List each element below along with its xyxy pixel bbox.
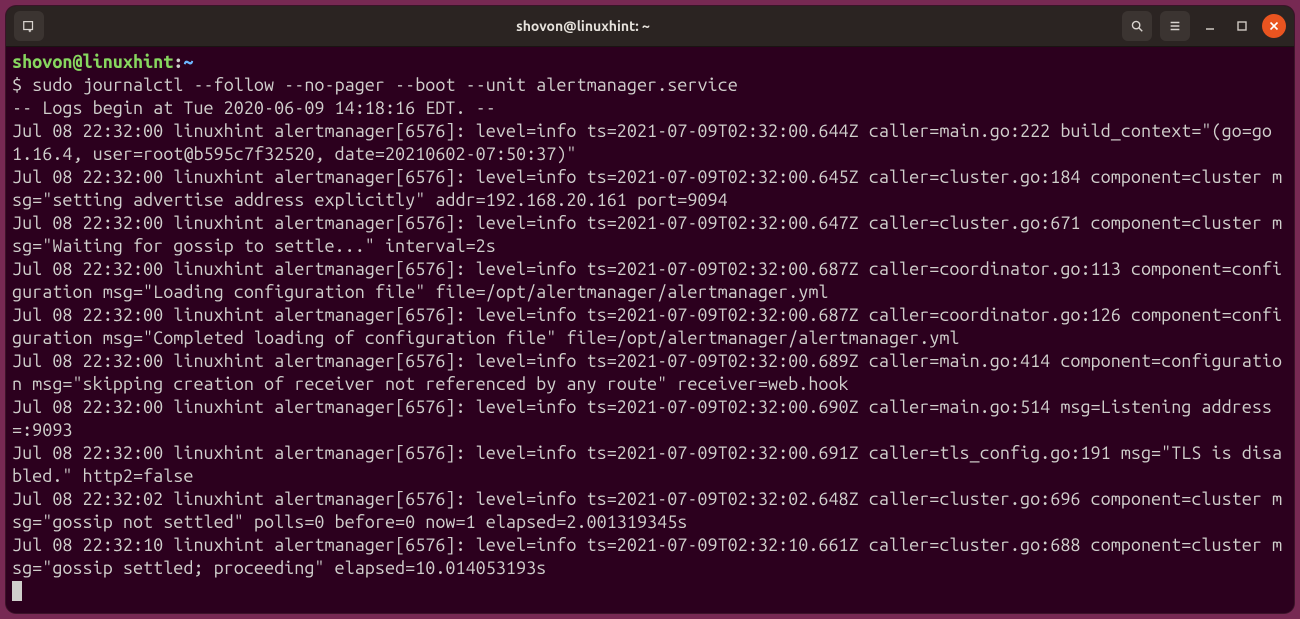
maximize-button[interactable] — [1230, 14, 1254, 38]
prompt-path: ~ — [183, 52, 193, 72]
log-line: Jul 08 22:32:00 linuxhint alertmanager[6… — [12, 397, 1272, 440]
log-line: Jul 08 22:32:00 linuxhint alertmanager[6… — [12, 351, 1282, 394]
close-icon — [1269, 21, 1279, 31]
maximize-icon — [1236, 20, 1248, 32]
log-line: Jul 08 22:32:00 linuxhint alertmanager[6… — [12, 305, 1282, 348]
command-text: sudo journalctl --follow --no-pager --bo… — [32, 75, 738, 95]
prompt-colon: : — [173, 52, 183, 72]
new-tab-button[interactable] — [14, 11, 44, 41]
log-line: Jul 08 22:32:00 linuxhint alertmanager[6… — [12, 443, 1282, 486]
window-title: shovon@linuxhint: ~ — [52, 18, 1114, 34]
log-line: Jul 08 22:32:10 linuxhint alertmanager[6… — [12, 535, 1282, 578]
log-line: Jul 08 22:32:02 linuxhint alertmanager[6… — [12, 489, 1282, 532]
log-line: Jul 08 22:32:00 linuxhint alertmanager[6… — [12, 213, 1282, 256]
search-icon — [1130, 19, 1144, 33]
titlebar: shovon@linuxhint: ~ — [6, 6, 1294, 47]
prompt-user-host: shovon@linuxhint — [12, 52, 173, 72]
log-line: Jul 08 22:32:00 linuxhint alertmanager[6… — [12, 121, 1272, 164]
log-header: -- Logs begin at Tue 2020-06-09 14:18:16… — [12, 98, 496, 118]
menu-button[interactable] — [1160, 11, 1190, 41]
hamburger-icon — [1168, 19, 1182, 33]
terminal-body[interactable]: shovon@linuxhint:~ $ sudo journalctl --f… — [6, 47, 1294, 613]
search-button[interactable] — [1122, 11, 1152, 41]
new-tab-icon — [22, 19, 36, 33]
prompt-dollar: $ — [12, 75, 32, 95]
close-button[interactable] — [1262, 14, 1286, 38]
minimize-button[interactable] — [1198, 14, 1222, 38]
log-line: Jul 08 22:32:00 linuxhint alertmanager[6… — [12, 167, 1282, 210]
terminal-cursor — [12, 581, 22, 601]
minimize-icon — [1204, 20, 1216, 32]
log-line: Jul 08 22:32:00 linuxhint alertmanager[6… — [12, 259, 1282, 302]
terminal-window: shovon@linuxhint: ~ — [6, 6, 1294, 613]
